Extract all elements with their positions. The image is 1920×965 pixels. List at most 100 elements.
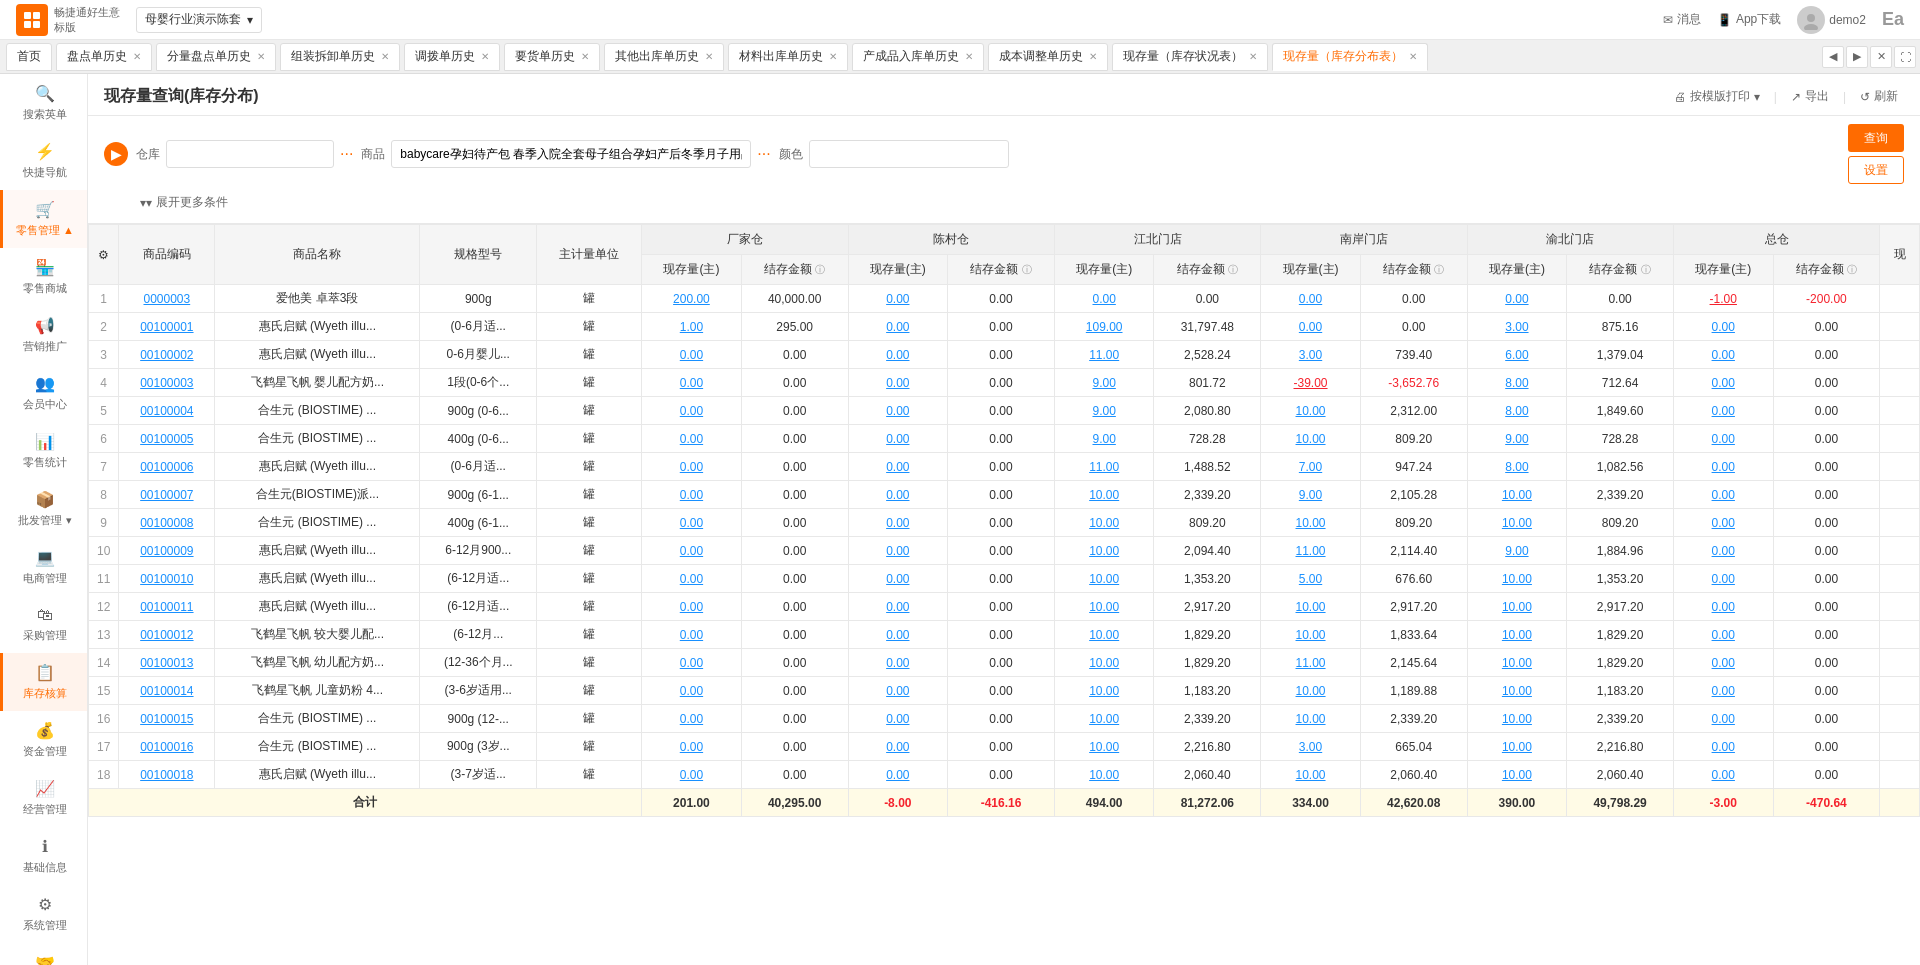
qty-link[interactable]: 11.00 [1296,544,1326,558]
industry-selector[interactable]: 母婴行业演示陈套 ▾ [136,7,262,33]
table-container[interactable]: ⚙ 商品编码 商品名称 规格型号 主计量单位 厂家仓 陈村仓 江北门店 南岸门店… [88,224,1920,965]
code-link[interactable]: 00100014 [140,684,193,698]
tab-close-dpsh[interactable]: ✕ [481,51,489,62]
qty-link[interactable]: 0.00 [1712,600,1735,614]
qty-link[interactable]: 10.00 [1089,656,1119,670]
tab-dpsh[interactable]: 调拨单历史 ✕ [404,43,500,71]
qty-link[interactable]: 0.00 [886,348,909,362]
qty-link[interactable]: 0.00 [680,460,703,474]
qty-link[interactable]: 10.00 [1296,404,1326,418]
qty-link[interactable]: 200.00 [673,292,710,306]
user-area[interactable]: demo2 [1797,6,1866,34]
tab-cbtzsh[interactable]: 成本调整单历史 ✕ [988,43,1108,71]
code-link[interactable]: 00100005 [140,432,193,446]
qty-link[interactable]: 10.00 [1089,488,1119,502]
qty-link[interactable]: 9.00 [1092,432,1115,446]
code-link[interactable]: 00100012 [140,628,193,642]
qty-link[interactable]: 10.00 [1089,740,1119,754]
qty-link[interactable]: 10.00 [1089,768,1119,782]
qty-link[interactable]: 10.00 [1089,684,1119,698]
tab-close-zzcsh[interactable]: ✕ [381,51,389,62]
tab-close-cbtzsh[interactable]: ✕ [1089,51,1097,62]
tab-fullscreen-btn[interactable]: ⛶ [1894,46,1916,68]
qty-link[interactable]: 0.00 [680,432,703,446]
color-input[interactable] [809,140,1009,168]
qty-link[interactable]: 0.00 [680,404,703,418]
qty-link[interactable]: 0.00 [886,488,909,502]
qty-link[interactable]: 109.00 [1086,320,1123,334]
tab-zzcsh[interactable]: 组装拆卸单历史 ✕ [280,43,400,71]
th-gear[interactable]: ⚙ [89,225,119,285]
code-link[interactable]: 00100016 [140,740,193,754]
qty-link[interactable]: 0.00 [680,544,703,558]
tab-pddh[interactable]: 盘点单历史 ✕ [56,43,152,71]
sidebar-item-operation[interactable]: 📈 经营管理 [0,769,87,827]
code-link[interactable]: 00100004 [140,404,193,418]
qty-link[interactable]: 0.00 [1712,348,1735,362]
qty-link[interactable]: 10.00 [1089,628,1119,642]
qty-link[interactable]: 0.00 [1505,292,1528,306]
gear-icon[interactable]: ⚙ [98,248,109,262]
tab-close-pddh[interactable]: ✕ [133,51,141,62]
tab-close-all-btn[interactable]: ✕ [1870,46,1892,68]
qty-link[interactable]: 0.00 [1712,404,1735,418]
qty-link[interactable]: 5.00 [1299,572,1322,586]
code-link[interactable]: 00100003 [140,376,193,390]
settings-btn[interactable]: 设置 [1848,156,1904,184]
sidebar-item-enterprise[interactable]: 🤝 企业协同 [0,943,87,965]
qty-link[interactable]: 0.00 [1712,656,1735,670]
qty-link[interactable]: 0.00 [886,684,909,698]
sidebar-item-quicknav[interactable]: ⚡ 快捷导航 [0,132,87,190]
code-link[interactable]: 00100013 [140,656,193,670]
qty-link[interactable]: 0.00 [886,404,909,418]
qty-link[interactable]: 0.00 [886,768,909,782]
message-btn[interactable]: ✉ 消息 [1663,11,1701,28]
sidebar-item-basic[interactable]: ℹ 基础信息 [0,827,87,885]
code-link[interactable]: 00100001 [140,320,193,334]
qty-link[interactable]: 0.00 [886,656,909,670]
qty-link[interactable]: 9.00 [1092,376,1115,390]
code-link[interactable]: 00100010 [140,572,193,586]
qty-link[interactable]: 10.00 [1502,516,1532,530]
qty-link[interactable]: 0.00 [680,348,703,362]
qty-link[interactable]: 0.00 [1299,320,1322,334]
qty-link[interactable]: 10.00 [1089,712,1119,726]
qty-link[interactable]: 0.00 [1712,320,1735,334]
sidebar-item-inventory[interactable]: 📋 库存核算 [0,653,87,711]
top-menu-btn[interactable]: Ea [1882,9,1904,30]
sidebar-item-marketing[interactable]: 📢 营销推广 [0,306,87,364]
qty-link[interactable]: -1.00 [1710,292,1737,306]
qty-link[interactable]: 10.00 [1089,516,1119,530]
qty-link[interactable]: 0.00 [1712,488,1735,502]
sidebar-item-finance[interactable]: 💰 资金管理 [0,711,87,769]
qty-link[interactable]: 8.00 [1505,460,1528,474]
code-link[interactable]: 00100006 [140,460,193,474]
qty-link[interactable]: 0.00 [1712,376,1735,390]
qty-link[interactable]: 0.00 [886,376,909,390]
sidebar-item-retail[interactable]: 🛒 零售管理 ▲ [0,190,87,248]
code-link[interactable]: 0000003 [143,292,190,306]
yubei-amt-info[interactable]: ⓘ [1641,264,1651,275]
qty-link[interactable]: 0.00 [1712,684,1735,698]
tab-next-btn[interactable]: ▶ [1846,46,1868,68]
qty-link[interactable]: 0.00 [680,740,703,754]
tab-home[interactable]: 首页 [6,43,52,71]
qty-link[interactable]: 3.00 [1299,740,1322,754]
tab-xczfb[interactable]: 现存量（库存分布表） ✕ [1272,43,1428,71]
tab-close-fpddh[interactable]: ✕ [257,51,265,62]
tab-close-ccrcksh[interactable]: ✕ [965,51,973,62]
code-link[interactable]: 00100002 [140,348,193,362]
qty-link[interactable]: 10.00 [1296,516,1326,530]
qty-link[interactable]: 0.00 [1712,768,1735,782]
qty-link[interactable]: 9.00 [1505,432,1528,446]
qty-link[interactable]: 0.00 [680,600,703,614]
sidebar-item-member[interactable]: 👥 会员中心 [0,364,87,422]
qty-link[interactable]: 0.00 [886,460,909,474]
qty-link[interactable]: 0.00 [680,684,703,698]
qty-link[interactable]: 10.00 [1502,656,1532,670]
qty-link[interactable]: 0.00 [886,628,909,642]
tab-yhsh[interactable]: 要货单历史 ✕ [504,43,600,71]
qty-link[interactable]: 10.00 [1296,600,1326,614]
sidebar-item-search[interactable]: 🔍 搜索英单 [0,74,87,132]
factory-amt-info[interactable]: ⓘ [815,264,825,275]
